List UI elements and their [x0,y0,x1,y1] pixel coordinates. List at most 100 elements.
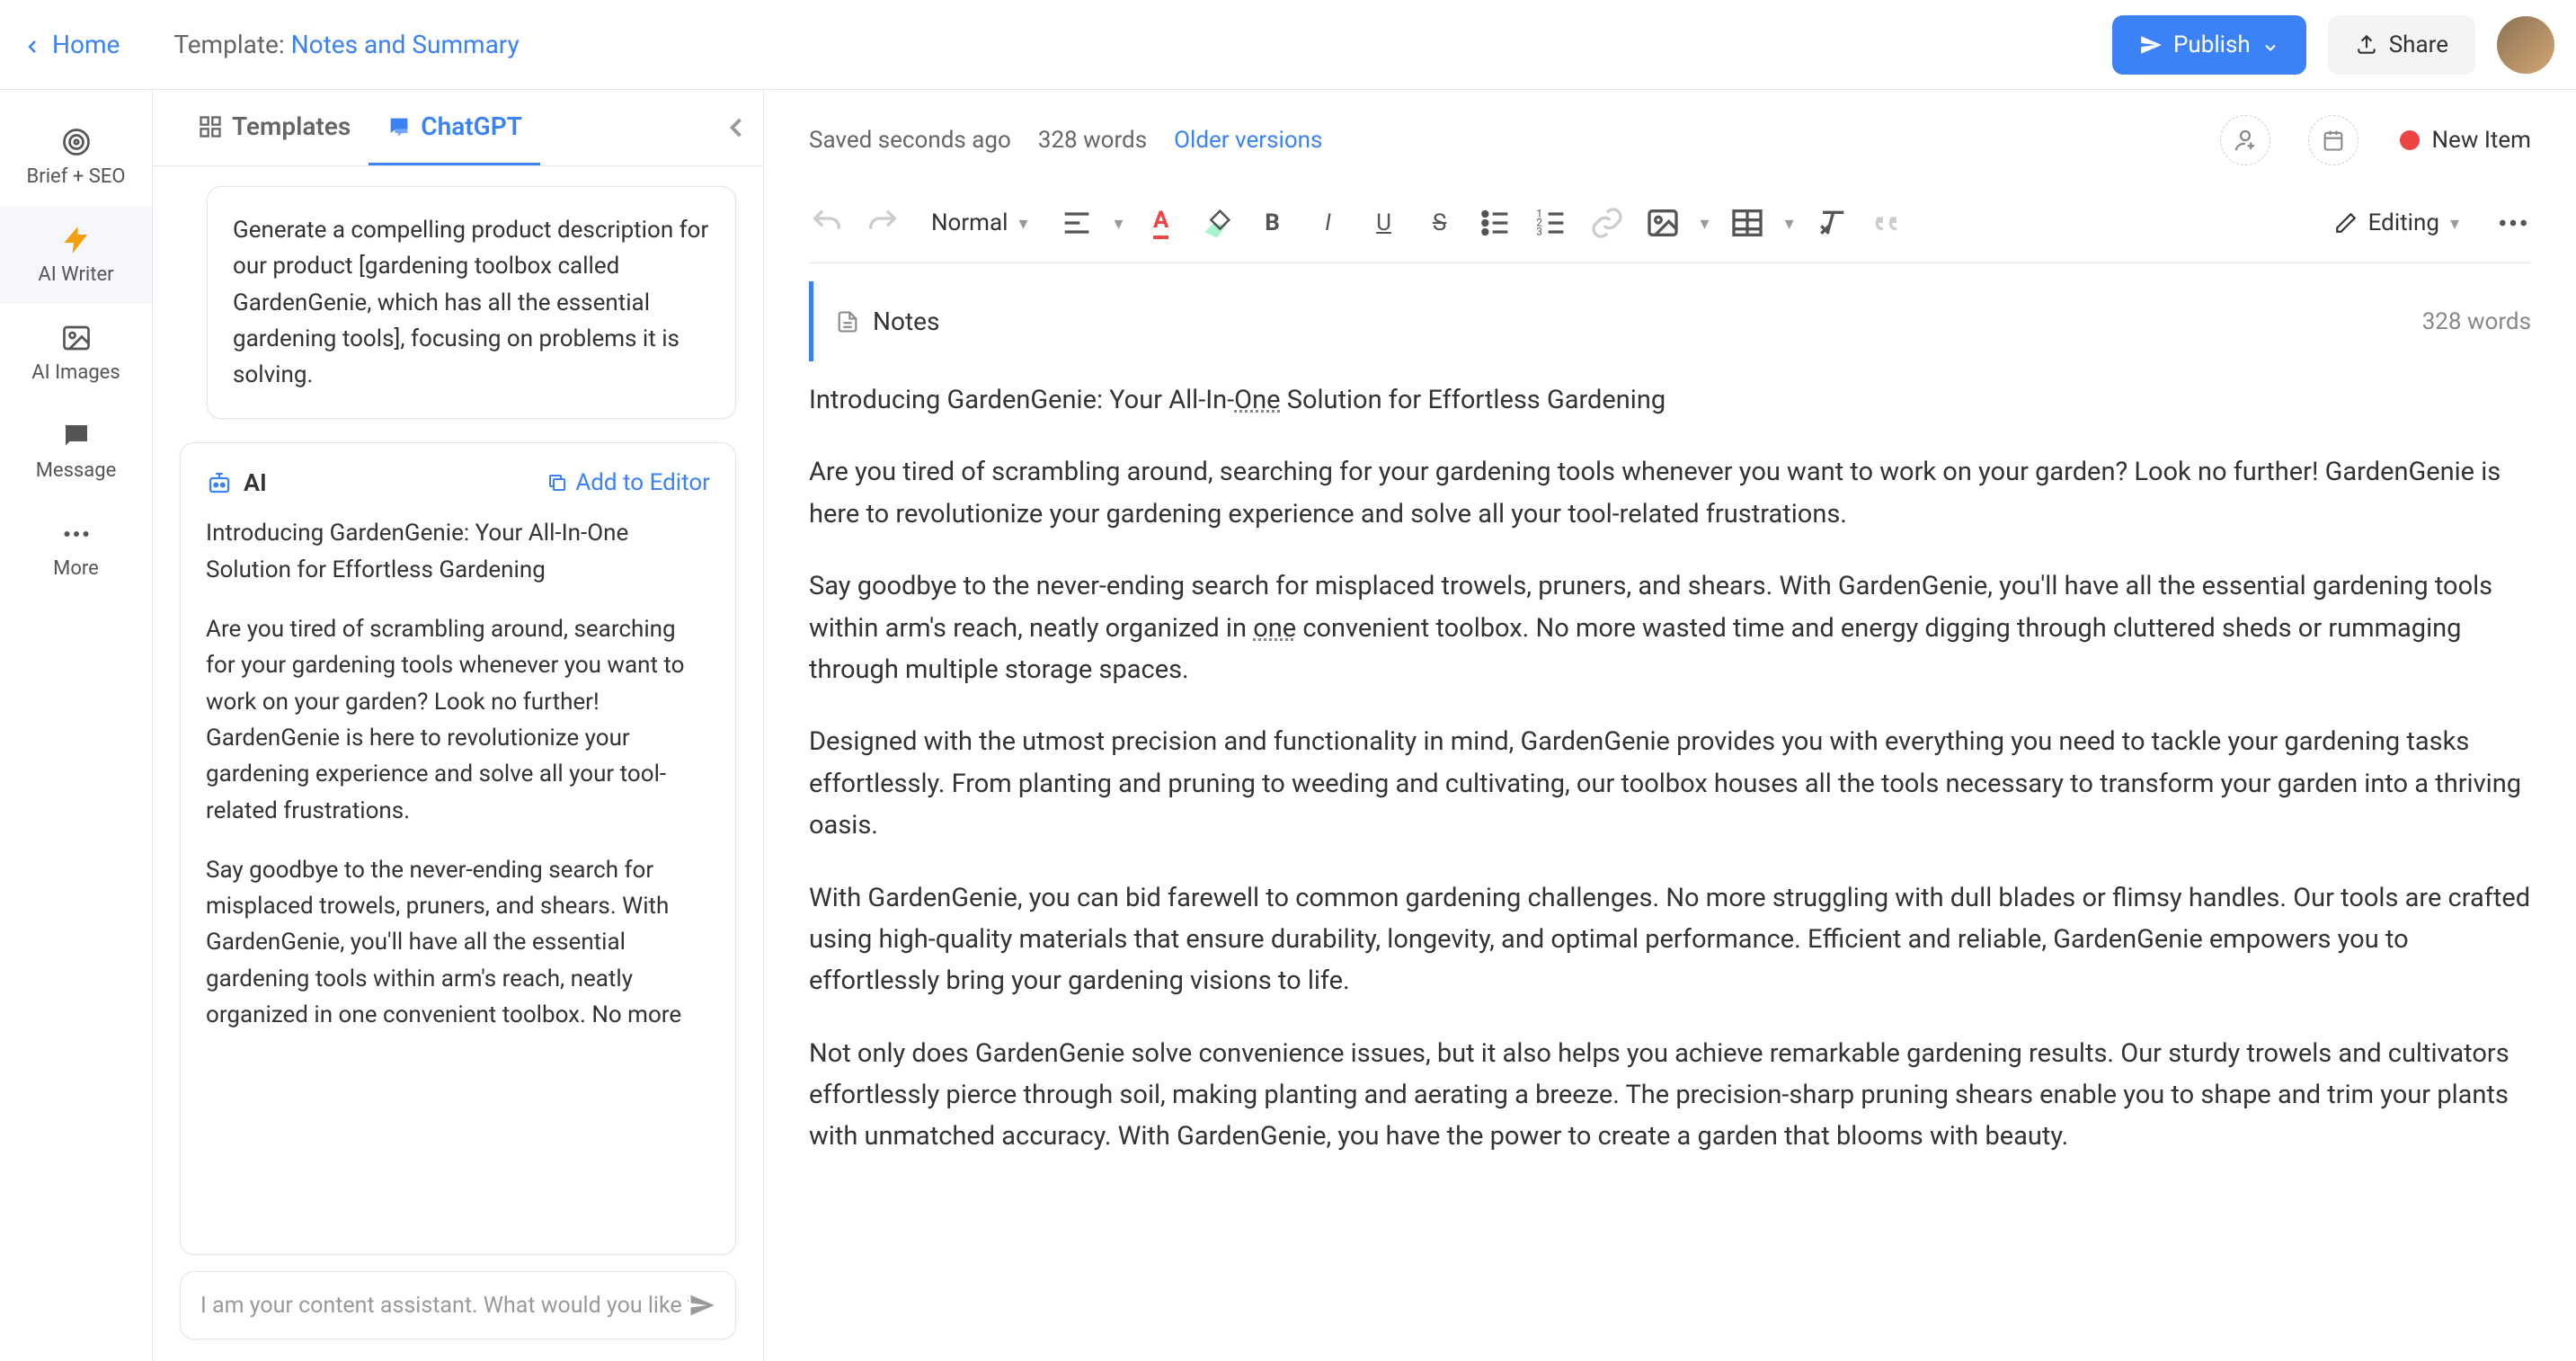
status-dot-icon [2400,130,2420,150]
editor-toolbar: Normal▾ ▾ A B I U S 123 ▾ ▾ Editing ▾ [809,191,2531,263]
ai-response-card: AI Add to Editor Introducing GardenGenie… [180,442,736,1255]
send-button[interactable] [688,1292,715,1319]
rail-message[interactable]: Message [0,402,152,500]
older-versions-link[interactable]: Older versions [1174,127,1322,154]
word-count: 328 words [1038,127,1147,154]
rail-brief-seo[interactable]: Brief + SEO [0,108,152,206]
template-name[interactable]: Notes and Summary [291,30,520,59]
highlight-button[interactable] [1199,205,1235,241]
user-prompt-card: Generate a compelling product descriptio… [207,186,736,419]
collapse-panel-button[interactable] [720,111,752,144]
bullet-list-button[interactable] [1478,205,1514,241]
saved-status: Saved seconds ago [809,127,1011,154]
rail-label: More [53,557,99,580]
rail-ai-writer[interactable]: AI Writer [0,206,152,304]
chevron-down-icon [2261,36,2279,54]
rail-ai-images[interactable]: AI Images [0,304,152,402]
ai-paragraph: Say goodbye to the never-ending search f… [206,852,710,1033]
notes-section-header[interactable]: Notes 328 words [809,281,2531,361]
publish-label: Publish [2173,31,2251,58]
copy-icon [546,472,568,494]
status-label: New Item [2432,127,2532,154]
doc-paragraph[interactable]: Introducing GardenGenie: Your All-In-One… [809,379,2531,421]
tab-label: ChatGPT [421,111,522,141]
publish-button[interactable]: Publish [2112,15,2306,75]
share-button[interactable]: Share [2328,15,2475,75]
target-icon [60,126,93,158]
robot-icon [206,469,233,496]
more-toolbar-button[interactable] [2495,205,2531,241]
chat-icon [386,114,412,139]
editor-main: Saved seconds ago 328 words Older versio… [764,90,2576,1361]
numbered-list-button[interactable]: 123 [1533,205,1569,241]
more-icon [60,518,93,550]
add-to-editor-button[interactable]: Add to Editor [546,469,710,496]
spellcheck-word[interactable]: One [1234,385,1280,415]
undo-button[interactable] [809,205,845,241]
mode-select[interactable]: Editing ▾ [2334,209,2459,236]
chat-input[interactable] [200,1293,688,1319]
home-label: Home [52,30,120,59]
underline-button[interactable]: U [1366,205,1402,241]
paragraph-style-select[interactable]: Normal▾ [920,209,1039,236]
tab-label: Templates [232,111,351,141]
left-rail: Brief + SEO AI Writer AI Images Message … [0,90,153,1361]
align-button[interactable] [1059,205,1095,241]
rail-label: Message [36,459,117,482]
strikethrough-button[interactable]: S [1422,205,1458,241]
prompt-text: Generate a compelling product descriptio… [233,217,708,388]
editor-header: Saved seconds ago 328 words Older versio… [809,90,2531,191]
rail-label: AI Writer [38,263,113,286]
templates-icon [198,114,223,139]
panel-tabs: Templates ChatGPT [153,90,763,166]
bold-button[interactable]: B [1255,205,1291,241]
doc-paragraph[interactable]: Designed with the utmost precision and f… [809,721,2531,846]
link-button[interactable] [1589,205,1625,241]
notes-word-count: 328 words [2422,308,2531,335]
add-collaborator-button[interactable] [2220,115,2270,165]
chevron-down-icon[interactable]: ▾ [1115,212,1124,234]
message-icon [60,420,93,452]
chevron-down-icon: ▾ [2450,212,2459,234]
rail-label: Brief + SEO [27,165,126,188]
italic-button[interactable]: I [1310,205,1346,241]
document-icon [835,309,860,334]
ai-response-body: Introducing GardenGenie: Your All-In-One… [206,515,710,1056]
spellcheck-word[interactable]: one [1253,613,1296,644]
chevron-down-icon[interactable]: ▾ [1785,212,1794,234]
rail-more[interactable]: More [0,500,152,598]
redo-button[interactable] [865,205,901,241]
avatar[interactable] [2497,16,2554,74]
bolt-icon [60,224,93,256]
doc-paragraph[interactable]: Not only does GardenGenie solve convenie… [809,1033,2531,1158]
document-body[interactable]: Introducing GardenGenie: Your All-In-One… [809,361,2531,1361]
doc-paragraph[interactable]: Say goodbye to the never-ending search f… [809,565,2531,690]
top-bar: Home Template: Notes and Summary Publish… [0,0,2576,90]
chevron-down-icon[interactable]: ▾ [1701,212,1710,234]
tab-chatgpt[interactable]: ChatGPT [369,90,540,165]
svg-text:3: 3 [1536,225,1542,237]
quote-button[interactable] [1870,205,1905,241]
share-label: Share [2389,31,2448,58]
upload-icon [2355,33,2378,57]
send-icon [2139,33,2163,57]
table-button[interactable] [1729,205,1765,241]
new-item-status[interactable]: New Item [2400,127,2532,154]
home-link[interactable]: Home [22,30,120,59]
image-button[interactable] [1645,205,1681,241]
doc-paragraph[interactable]: With GardenGenie, you can bid farewell t… [809,877,2531,1002]
text-color-button[interactable]: A [1143,205,1179,241]
tab-templates[interactable]: Templates [180,90,369,165]
rail-label: AI Images [31,361,120,384]
calendar-button[interactable] [2308,115,2358,165]
chevron-down-icon: ▾ [1018,212,1027,234]
pencil-icon [2334,211,2358,235]
doc-paragraph[interactable]: Are you tired of scrambling around, sear… [809,451,2531,535]
image-icon [60,322,93,354]
ai-panel: Templates ChatGPT Generate a compelling … [153,90,764,1361]
chevron-left-icon [22,34,43,56]
template-prefix: Template: [173,30,290,59]
template-breadcrumb: Template: Notes and Summary [173,30,519,59]
clear-format-button[interactable] [1814,205,1850,241]
chat-input-card [180,1271,736,1339]
